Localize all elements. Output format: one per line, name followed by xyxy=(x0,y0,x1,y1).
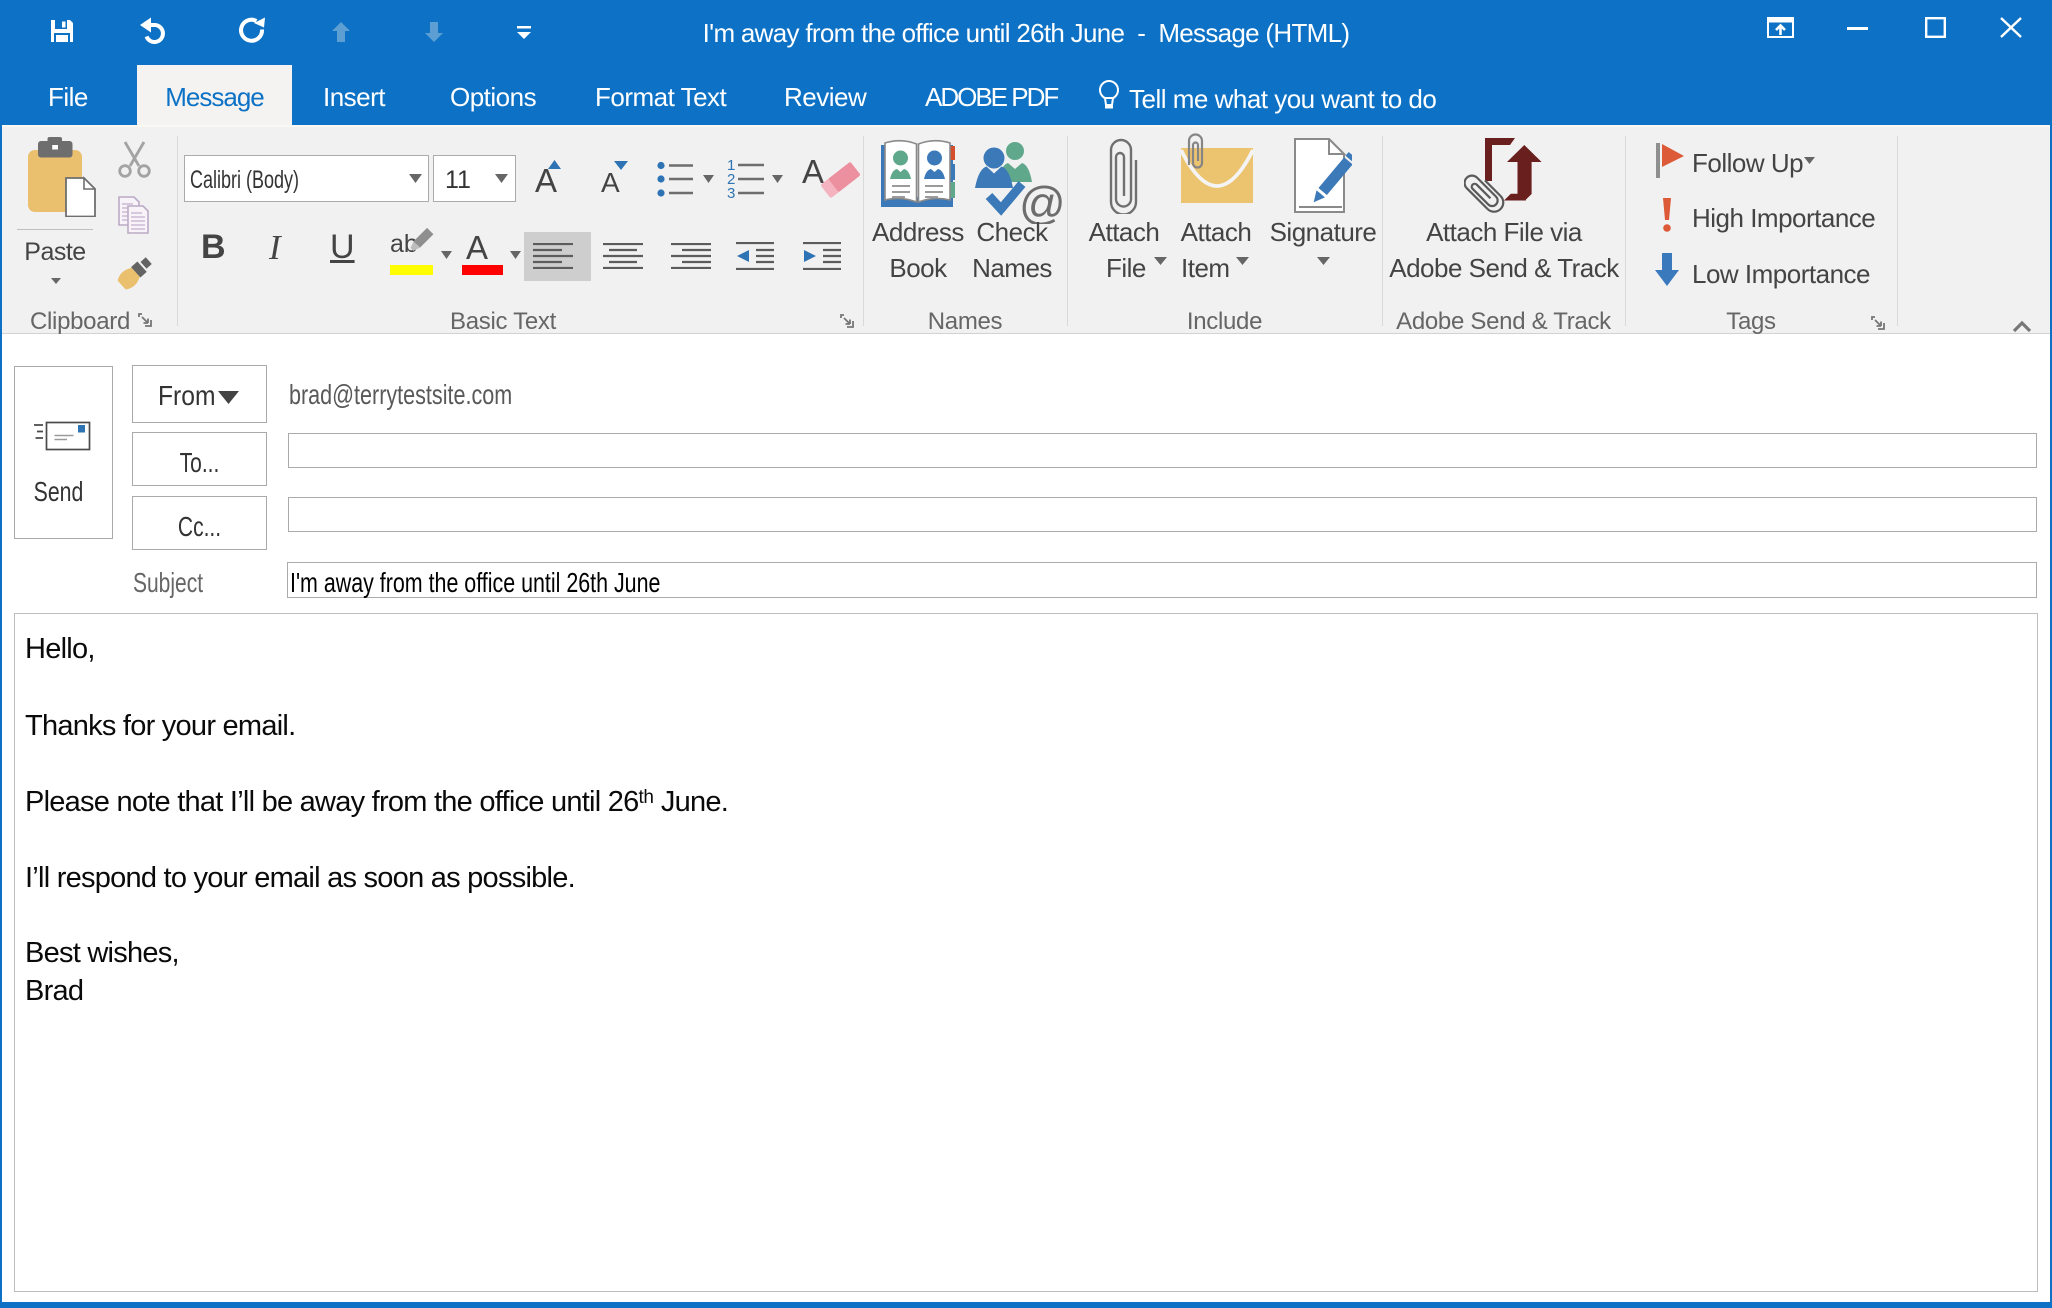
svg-text:3: 3 xyxy=(727,185,735,202)
